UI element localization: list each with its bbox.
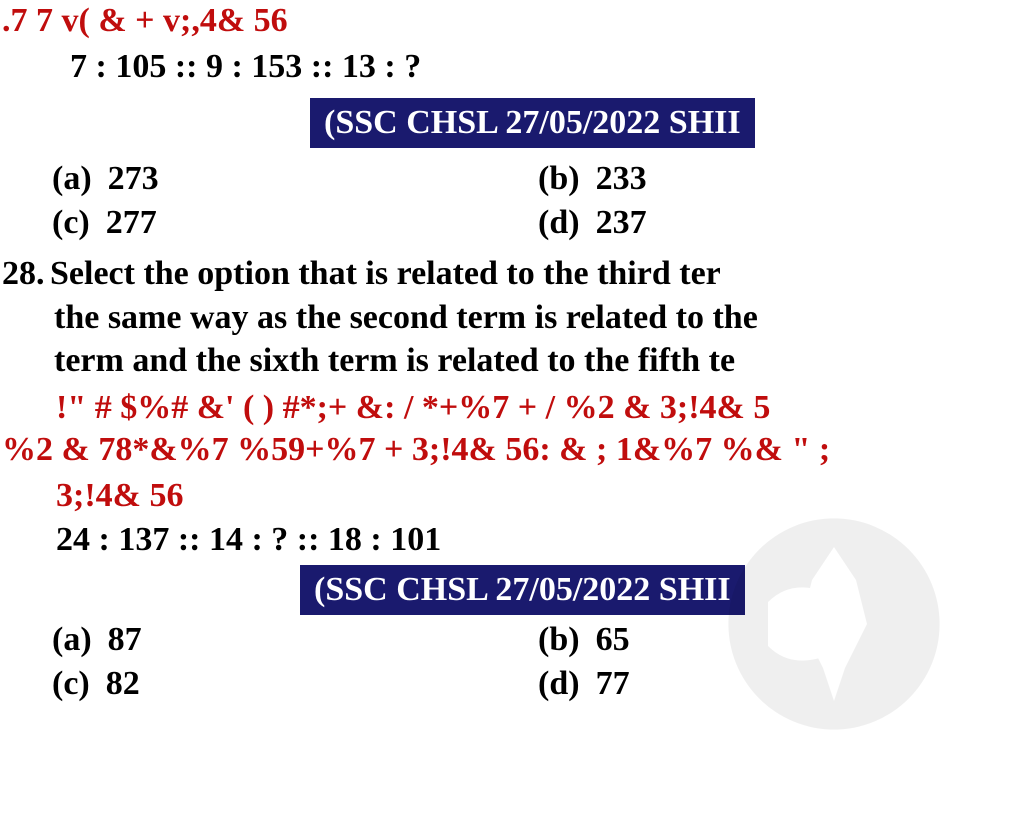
q27-source-banner: (SSC CHSL 27/05/2022 SHII <box>310 98 755 148</box>
option-label: (b) <box>538 160 580 197</box>
q27-analogy: 7 : 105 :: 9 : 153 :: 13 : ? <box>0 42 1024 92</box>
option-label: (c) <box>52 204 90 241</box>
garbled-header-line: .7 7 v( & + v;,4& 56 <box>0 0 1024 42</box>
option-label: (a) <box>52 160 92 197</box>
q28-source-banner-wrap: (SSC CHSL 27/05/2022 SHII <box>0 565 1024 615</box>
q27-options: (a) 273 (b) 233 (c) 277 (d) 237 <box>0 158 1024 244</box>
option-text: 87 <box>108 621 142 658</box>
q28-options: (a) 87 (b) 65 (c) 82 (d) 77 <box>0 619 1024 705</box>
q28-option-d[interactable]: (d) 77 <box>538 663 1024 705</box>
option-text: 277 <box>106 204 157 241</box>
option-label: (d) <box>538 665 580 702</box>
q28-garbled-line2: %2 & 78*&%7 %59+%7 + 3;!4& 56: & ; 1&%7 … <box>0 429 1024 471</box>
option-text: 237 <box>596 204 647 241</box>
option-label: (b) <box>538 621 580 658</box>
q28-stem-line2: the same way as the second term is relat… <box>2 296 1024 340</box>
q28-option-c[interactable]: (c) 82 <box>52 663 538 705</box>
option-text: 82 <box>106 665 140 702</box>
option-text: 233 <box>596 160 647 197</box>
option-label: (d) <box>538 204 580 241</box>
q28-analogy: 24 : 137 :: 14 : ? :: 18 : 101 <box>0 521 1024 559</box>
q28-option-a[interactable]: (a) 87 <box>52 619 538 661</box>
q28-number: 28. <box>2 252 50 296</box>
q27-option-d[interactable]: (d) 237 <box>538 202 1024 244</box>
q28-source-banner: (SSC CHSL 27/05/2022 SHII <box>300 565 745 615</box>
option-text: 65 <box>596 621 630 658</box>
option-text: 273 <box>108 160 159 197</box>
q27-option-b[interactable]: (b) 233 <box>538 158 1024 200</box>
q28-stem-line3: term and the sixth term is related to th… <box>2 339 1024 383</box>
q27-option-c[interactable]: (c) 277 <box>52 202 538 244</box>
q27-option-a[interactable]: (a) 273 <box>52 158 538 200</box>
q28-stem-line1: Select the option that is related to the… <box>50 255 721 292</box>
q28-garbled-line3: 3;!4& 56 <box>0 477 1024 515</box>
q28-garbled-line1: !" # $%# &' ( ) #*;+ &: / *+%7 + / %2 & … <box>0 389 1024 427</box>
option-text: 77 <box>596 665 630 702</box>
q28-stem: 28.Select the option that is related to … <box>0 252 1024 383</box>
q28-option-b[interactable]: (b) 65 <box>538 619 1024 661</box>
option-label: (c) <box>52 665 90 702</box>
q27-source-banner-wrap: (SSC CHSL 27/05/2022 SHII <box>0 98 1024 148</box>
option-label: (a) <box>52 621 92 658</box>
